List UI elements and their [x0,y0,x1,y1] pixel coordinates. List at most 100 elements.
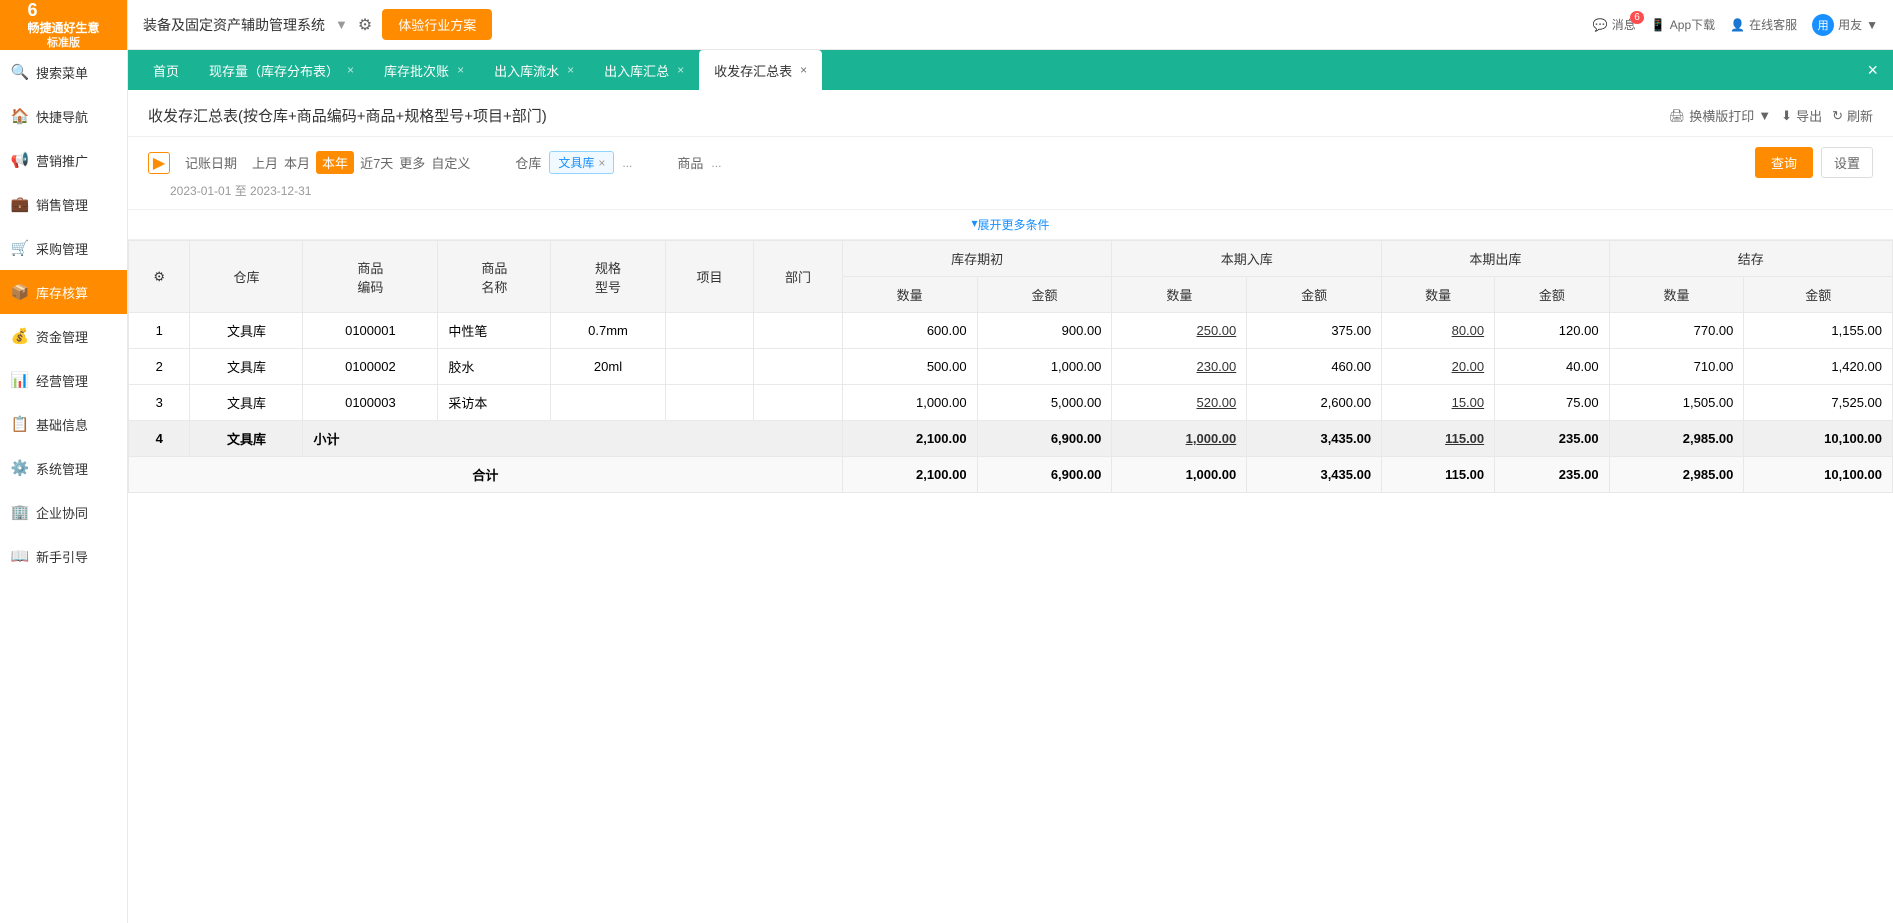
row1-project [665,313,754,349]
th-settings[interactable]: ⚙ [129,241,190,313]
row1-spec: 0.7mm [551,313,665,349]
sidebar-item-purchase[interactable]: 🛒 采购管理 [0,226,127,270]
sidebar-item-finance[interactable]: 💰 资金管理 [0,314,127,358]
sidebar-item-inventory[interactable]: 📦 库存核算 [0,270,127,314]
tab-recv-send-summary[interactable]: 收发存汇总表 × [699,50,822,90]
subtotal-label: 小计 [303,421,842,457]
tab-inventory-dist[interactable]: 现存量（库存分布表） × [194,50,369,90]
row3-warehouse: 文具库 [190,385,303,421]
table-wrapper: ⚙ 仓库 商品编码 商品名称 规格型号 项目 部门 库存期初 本期入库 本期出库… [128,240,1893,923]
goods-label: 商品 [677,153,703,172]
date-option-custom[interactable]: 自定义 [431,153,470,172]
main-area: 装备及固定资产辅助管理系统 ▼ ⚙ 体验行业方案 💬 消息 6 📱 App下载 … [128,0,1893,923]
purchase-icon: 🛒 [10,238,30,258]
filter-collapse-btn[interactable]: ▶ [148,152,170,174]
date-option-7days[interactable]: 近7天 [360,153,393,172]
total-out-amt: 235.00 [1495,457,1609,493]
row2-spec: 20ml [551,349,665,385]
tab-close-inventory-dist[interactable]: × [347,63,354,77]
expand-more-btn[interactable]: ▾ 展开更多条件 [128,210,1893,240]
warehouse-more[interactable]: ... [622,156,632,170]
th-spec: 规格型号 [551,241,665,313]
row1-open-qty: 600.00 [842,313,977,349]
subtotal-row: 4 文具库 小计 2,100.00 6,900.00 1,000.00 3,43… [129,421,1893,457]
row3-code: 0100003 [303,385,438,421]
row3-in-qty[interactable]: 520.00 [1112,385,1247,421]
row1-close-qty: 770.00 [1609,313,1744,349]
th-close-qty: 数量 [1609,277,1744,313]
tab-close-inout-summary[interactable]: × [677,63,684,77]
row2-warehouse: 文具库 [190,349,303,385]
export-btn[interactable]: ⬇ 导出 [1781,106,1822,125]
phone-icon: 📱 [1651,18,1666,32]
tab-close-batch[interactable]: × [457,63,464,77]
notification-item[interactable]: 💬 消息 6 [1593,16,1636,33]
date-option-lastmonth[interactable]: 上月 [252,153,278,172]
row1-out-qty[interactable]: 80.00 [1382,313,1495,349]
th-out-qty: 数量 [1382,277,1495,313]
date-option-more[interactable]: 更多 [399,153,425,172]
gear-icon[interactable]: ⚙ [358,15,372,35]
sidebar-item-quick-nav[interactable]: 🏠 快捷导航 [0,94,127,138]
trial-button[interactable]: 体验行业方案 [382,9,492,40]
row3-spec [551,385,665,421]
sidebar-item-search[interactable]: 🔍 搜索菜单 [0,50,127,94]
tab-batch[interactable]: 库存批次账 × [369,50,479,90]
system-icon: ⚙️ [10,458,30,478]
row1-in-qty[interactable]: 250.00 [1112,313,1247,349]
row2-in-qty[interactable]: 230.00 [1112,349,1247,385]
sidebar-item-base[interactable]: 📋 基础信息 [0,402,127,446]
search-icon: 🔍 [10,62,30,82]
tab-home[interactable]: 首页 [138,50,194,90]
sidebar-item-ops[interactable]: 📊 经营管理 [0,358,127,402]
sidebar-item-system[interactable]: ⚙️ 系统管理 [0,446,127,490]
query-button[interactable]: 查询 [1755,147,1813,178]
header-icons: 💬 消息 6 📱 App下载 👤 在线客服 用 用友 ▼ [1593,14,1878,36]
row2-project [665,349,754,385]
print-btn[interactable]: 🖨 换横版打印 ▼ [1669,106,1771,125]
system-title: 装备及固定资产辅助管理系统 [143,15,325,35]
tab-bar-close-btn[interactable]: × [1862,60,1883,81]
sidebar-item-newbie[interactable]: 📖 新手引导 [0,534,127,578]
th-closing: 结存 [1609,241,1892,277]
warehouse-tag: 文具库 × [549,151,614,174]
row2-seq: 2 [129,349,190,385]
user-avatar[interactable]: 用 用友 ▼ [1812,14,1878,36]
total-open-qty: 2,100.00 [842,457,977,493]
sidebar-logo-text: 畅捷通好生意 标准版 [27,21,99,51]
tab-close-recv-send-summary[interactable]: × [800,63,807,77]
th-open-amt: 金额 [977,277,1112,313]
refresh-btn[interactable]: ↻ 刷新 [1832,106,1873,125]
row2-out-qty[interactable]: 20.00 [1382,349,1495,385]
th-project: 项目 [665,241,754,313]
tab-bar: 首页 现存量（库存分布表） × 库存批次账 × 出入库流水 × 出入库汇总 × … [128,50,1893,90]
sidebar-item-corp[interactable]: 🏢 企业协同 [0,490,127,534]
th-open-qty: 数量 [842,277,977,313]
user-dropdown-icon: ▼ [1866,18,1878,32]
filter-area: ▶ 记账日期 上月 本月 本年 近7天 更多 自定义 仓库 文具库 × ... [128,137,1893,210]
row2-open-amt: 1,000.00 [977,349,1112,385]
tab-close-inout-flow[interactable]: × [567,63,574,77]
tab-inout-summary[interactable]: 出入库汇总 × [589,50,699,90]
sidebar-item-marketing[interactable]: 📢 营销推广 [0,138,127,182]
date-option-thisyear[interactable]: 本年 [316,151,354,174]
date-option-thismonth[interactable]: 本月 [284,153,310,172]
app-download-item[interactable]: 📱 App下载 [1651,16,1715,33]
warehouse-tag-close[interactable]: × [598,156,605,170]
setting-button[interactable]: 设置 [1821,147,1873,178]
dropdown-icon[interactable]: ▼ [335,17,348,32]
date-options: 上月 本月 本年 近7天 更多 自定义 [252,151,470,174]
subtotal-out-qty[interactable]: 115.00 [1382,421,1495,457]
tab-inout-flow[interactable]: 出入库流水 × [479,50,589,90]
th-in-amt: 金额 [1247,277,1382,313]
row3-out-qty[interactable]: 15.00 [1382,385,1495,421]
th-opening: 库存期初 [842,241,1112,277]
sidebar-item-sales[interactable]: 💼 销售管理 [0,182,127,226]
subtotal-in-qty[interactable]: 1,000.00 [1112,421,1247,457]
online-service-item[interactable]: 👤 在线客服 [1730,16,1797,33]
total-label: 合计 [129,457,843,493]
goods-more[interactable]: ... [711,156,721,170]
base-icon: 📋 [10,414,30,434]
notification-icon: 💬 [1593,18,1608,32]
newbie-icon: 📖 [10,546,30,566]
